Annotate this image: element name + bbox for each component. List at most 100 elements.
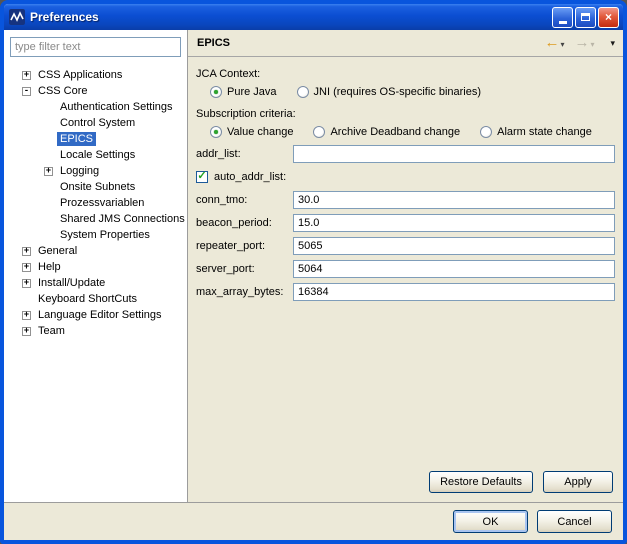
- tree-item-label: CSS Applications: [35, 68, 125, 82]
- minimize-button[interactable]: [552, 7, 573, 28]
- expand-icon[interactable]: +: [22, 263, 31, 272]
- expand-icon[interactable]: +: [22, 279, 31, 288]
- radio-label: JNI (requires OS-specific binaries): [314, 86, 482, 98]
- tree-item-label: Help: [35, 260, 64, 274]
- back-dropdown-icon[interactable]: ▾: [560, 40, 564, 50]
- dialog-footer: OK Cancel: [4, 502, 623, 540]
- radio-jni[interactable]: JNI (requires OS-specific binaries): [297, 86, 482, 98]
- radio-alarm-state-change[interactable]: Alarm state change: [480, 126, 592, 138]
- conn-tmo-input[interactable]: [293, 191, 615, 209]
- window-controls: ×: [552, 7, 619, 28]
- filter-input[interactable]: [10, 37, 181, 57]
- tree-item-label: Control System: [57, 116, 138, 130]
- forward-button[interactable]: → ▾: [574, 36, 594, 50]
- tree-item-help[interactable]: + Help: [10, 259, 181, 275]
- max-array-bytes-input[interactable]: [293, 283, 615, 301]
- radio-selected-icon: [210, 86, 222, 98]
- radio-pure-java[interactable]: Pure Java: [210, 86, 277, 98]
- main-panel: EPICS ← ▾ → ▾ ▾ JCA Context: Pure Java: [188, 30, 623, 502]
- expand-icon[interactable]: +: [22, 311, 31, 320]
- app-icon: [9, 9, 25, 25]
- sidebar: + CSS Applications - CSS Core Authentica…: [4, 30, 188, 502]
- radio-label: Alarm state change: [497, 126, 592, 138]
- field-server-port: server_port:: [196, 260, 615, 278]
- tree-item-authentication-settings[interactable]: Authentication Settings: [10, 99, 181, 115]
- tree-item-language-editor-settings[interactable]: + Language Editor Settings: [10, 307, 181, 323]
- tree-item-label: Onsite Subnets: [57, 180, 138, 194]
- tree-item-team[interactable]: + Team: [10, 323, 181, 339]
- maximize-button[interactable]: [575, 7, 596, 28]
- addr-list-input[interactable]: [293, 145, 615, 163]
- radio-label: Value change: [227, 126, 293, 138]
- tree-item-general[interactable]: + General: [10, 243, 181, 259]
- beacon-period-input[interactable]: [293, 214, 615, 232]
- tree-item-install-update[interactable]: + Install/Update: [10, 275, 181, 291]
- collapse-icon[interactable]: -: [22, 87, 31, 96]
- field-label: max_array_bytes:: [196, 286, 293, 298]
- page-header: EPICS ← ▾ → ▾ ▾: [188, 30, 623, 57]
- restore-defaults-button[interactable]: Restore Defaults: [429, 471, 533, 493]
- field-label: conn_tmo:: [196, 194, 293, 206]
- jca-context-options: Pure Java JNI (requires OS-specific bina…: [210, 86, 615, 98]
- radio-archive-deadband-change[interactable]: Archive Deadband change: [313, 126, 460, 138]
- server-port-input[interactable]: [293, 260, 615, 278]
- title-bar[interactable]: Preferences ×: [4, 4, 623, 30]
- minimize-icon: [559, 21, 567, 24]
- preferences-dialog: Preferences × + CSS Applications - CSS C…: [0, 0, 627, 544]
- forward-dropdown-icon[interactable]: ▾: [590, 40, 594, 50]
- radio-selected-icon: [210, 126, 222, 138]
- tree-item-control-system[interactable]: Control System: [10, 115, 181, 131]
- apply-button[interactable]: Apply: [543, 471, 613, 493]
- view-menu-icon[interactable]: ▾: [610, 38, 615, 48]
- tree-item-label: General: [35, 244, 80, 258]
- repeater-port-input[interactable]: [293, 237, 615, 255]
- tree-item-css-core[interactable]: - CSS Core: [10, 83, 181, 99]
- radio-value-change[interactable]: Value change: [210, 126, 293, 138]
- tree-item-prozessvariablen[interactable]: Prozessvariablen: [10, 195, 181, 211]
- epics-settings-form: JCA Context: Pure Java JNI (requires OS-…: [188, 57, 623, 502]
- tree-item-shared-jms-connections[interactable]: Shared JMS Connections: [10, 211, 181, 227]
- field-label: server_port:: [196, 263, 293, 275]
- tree-item-system-properties[interactable]: System Properties: [10, 227, 181, 243]
- checkmark-icon: ✓: [197, 171, 206, 182]
- field-label: beacon_period:: [196, 217, 293, 229]
- page-title: EPICS: [197, 37, 534, 49]
- tree-item-keyboard-shortcuts[interactable]: Keyboard ShortCuts: [10, 291, 181, 307]
- checkbox-label: auto_addr_list:: [214, 171, 286, 183]
- tree-item-label: Shared JMS Connections: [57, 212, 188, 226]
- expand-icon[interactable]: +: [22, 247, 31, 256]
- form-actions: Restore Defaults Apply: [196, 471, 615, 502]
- tree-item-label: Keyboard ShortCuts: [35, 292, 140, 306]
- expand-icon[interactable]: +: [44, 167, 53, 176]
- field-conn-tmo: conn_tmo:: [196, 191, 615, 209]
- tree-item-css-applications[interactable]: + CSS Applications: [10, 67, 181, 83]
- back-button[interactable]: ← ▾: [544, 36, 564, 50]
- tree-item-label: System Properties: [57, 228, 153, 242]
- field-addr-list: addr_list:: [196, 145, 615, 163]
- radio-label: Pure Java: [227, 86, 277, 98]
- tree-item-label: Prozessvariablen: [57, 196, 147, 210]
- expand-icon[interactable]: +: [22, 327, 31, 336]
- expand-icon[interactable]: +: [22, 71, 31, 80]
- tree-item-onsite-subnets[interactable]: Onsite Subnets: [10, 179, 181, 195]
- tree-item-logging[interactable]: + Logging: [10, 163, 181, 179]
- auto-addr-list-row[interactable]: ✓ auto_addr_list:: [196, 171, 615, 183]
- preferences-tree: + CSS Applications - CSS Core Authentica…: [10, 67, 181, 339]
- cancel-button[interactable]: Cancel: [537, 510, 612, 533]
- field-beacon-period: beacon_period:: [196, 214, 615, 232]
- window-title: Preferences: [30, 10, 547, 24]
- maximize-icon: [581, 13, 590, 21]
- radio-icon: [313, 126, 325, 138]
- tree-item-locale-settings[interactable]: Locale Settings: [10, 147, 181, 163]
- field-label: repeater_port:: [196, 240, 293, 252]
- ok-button[interactable]: OK: [453, 510, 528, 533]
- dialog-body: + CSS Applications - CSS Core Authentica…: [4, 30, 623, 502]
- field-max-array-bytes: max_array_bytes:: [196, 283, 615, 301]
- forward-icon: →: [574, 36, 589, 50]
- tree-item-epics[interactable]: EPICS: [10, 131, 181, 147]
- checkbox-checked-icon[interactable]: ✓: [196, 171, 208, 183]
- tree-item-label: Authentication Settings: [57, 100, 176, 114]
- tree-item-label: Logging: [57, 164, 102, 178]
- close-button[interactable]: ×: [598, 7, 619, 28]
- tree-item-label: Team: [35, 324, 68, 338]
